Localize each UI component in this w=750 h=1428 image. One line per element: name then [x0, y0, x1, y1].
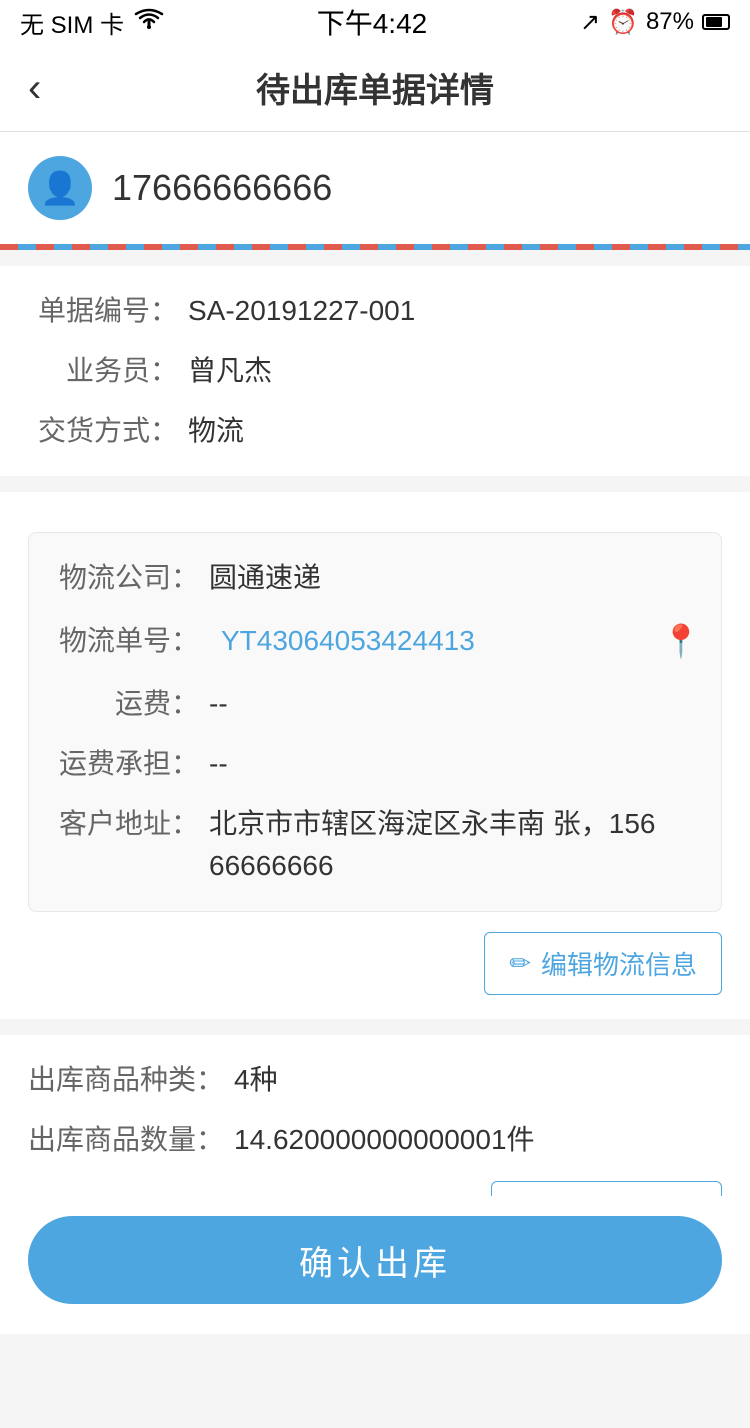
logistics-section: 物流公司： 圆通速递 物流单号： YT43064053424413 📍 运费： …	[28, 532, 722, 912]
customer-phone: 17666666666	[112, 167, 332, 209]
company-value: 圆通速递	[209, 557, 701, 599]
status-bar: 无 SIM 卡 下午4:42 ↗ ⏰ 87%	[0, 0, 750, 44]
freight-label: 运费：	[49, 683, 209, 725]
customer-avatar: 👤	[28, 156, 92, 220]
quantity-value: 14.620000000000001件	[234, 1119, 722, 1161]
freight-value: --	[209, 683, 701, 725]
wifi-icon	[134, 8, 164, 37]
nav-bar: ‹ 待出库单据详情	[0, 44, 750, 132]
avatar-icon: 👤	[40, 169, 80, 207]
confirm-outbound-button[interactable]: 确认出库	[28, 1216, 722, 1304]
status-time: 下午4:42	[317, 2, 428, 42]
quantity-label: 出库商品数量：	[28, 1119, 234, 1161]
carrier-text: 无 SIM 卡	[20, 5, 124, 40]
delivery-method-value: 物流	[188, 410, 722, 452]
freight-bearer-row: 运费承担： --	[49, 743, 701, 785]
battery-text: 87%	[646, 8, 694, 36]
battery-icon	[702, 14, 730, 30]
address-value: 北京市市辖区海淀区永丰南 张，156 66666666	[209, 803, 701, 887]
edit-icon: ✏	[509, 948, 531, 979]
freight-bearer-label: 运费承担：	[49, 743, 209, 785]
freight-row: 运费： --	[49, 683, 701, 725]
salesperson-value: 曾凡杰	[188, 350, 722, 392]
order-number-label: 单据编号：	[28, 290, 188, 332]
status-left: 无 SIM 卡	[20, 5, 164, 40]
delivery-method-row: 交货方式： 物流	[28, 410, 722, 452]
page-title: 待出库单据详情	[256, 63, 494, 112]
company-row: 物流公司： 圆通速递	[49, 557, 701, 599]
order-info-section: 单据编号： SA-20191227-001 业务员： 曾凡杰 交货方式： 物流	[0, 266, 750, 476]
address-label: 客户地址：	[49, 803, 209, 845]
tracking-row: 物流单号： YT43064053424413 📍	[49, 617, 701, 665]
alarm-icon: ⏰	[608, 8, 638, 37]
order-number-value: SA-20191227-001	[188, 290, 722, 332]
salesperson-label: 业务员：	[28, 350, 188, 392]
quantity-row: 出库商品数量： 14.620000000000001件	[28, 1119, 722, 1161]
back-button[interactable]: ‹	[28, 68, 41, 108]
location-status-icon: ↗	[580, 8, 600, 37]
status-right: ↗ ⏰ 87%	[580, 8, 730, 37]
tracking-number-value: YT43064053424413	[221, 620, 649, 662]
location-track-icon[interactable]: 📍	[661, 617, 701, 665]
types-value: 4种	[234, 1059, 722, 1101]
address-row: 客户地址： 北京市市辖区海淀区永丰南 张，156 66666666	[49, 803, 701, 887]
edit-logistics-button[interactable]: ✏ 编辑物流信息	[484, 932, 722, 995]
company-label: 物流公司：	[49, 557, 209, 599]
types-row: 出库商品种类： 4种	[28, 1059, 722, 1101]
bottom-area: 确认出库	[0, 1196, 750, 1334]
salesperson-row: 业务员： 曾凡杰	[28, 350, 722, 392]
edit-logistics-area: ✏ 编辑物流信息	[28, 932, 722, 995]
order-number-row: 单据编号： SA-20191227-001	[28, 290, 722, 332]
tracking-label: 物流单号：	[49, 620, 209, 662]
types-label: 出库商品种类：	[28, 1059, 234, 1101]
logistics-outer-section: 物流公司： 圆通速递 物流单号： YT43064053424413 📍 运费： …	[0, 492, 750, 1019]
dashed-divider	[0, 244, 750, 250]
delivery-method-label: 交货方式：	[28, 410, 188, 452]
edit-logistics-label: 编辑物流信息	[541, 945, 697, 982]
customer-header: 👤 17666666666	[0, 132, 750, 244]
freight-bearer-value: --	[209, 743, 701, 785]
